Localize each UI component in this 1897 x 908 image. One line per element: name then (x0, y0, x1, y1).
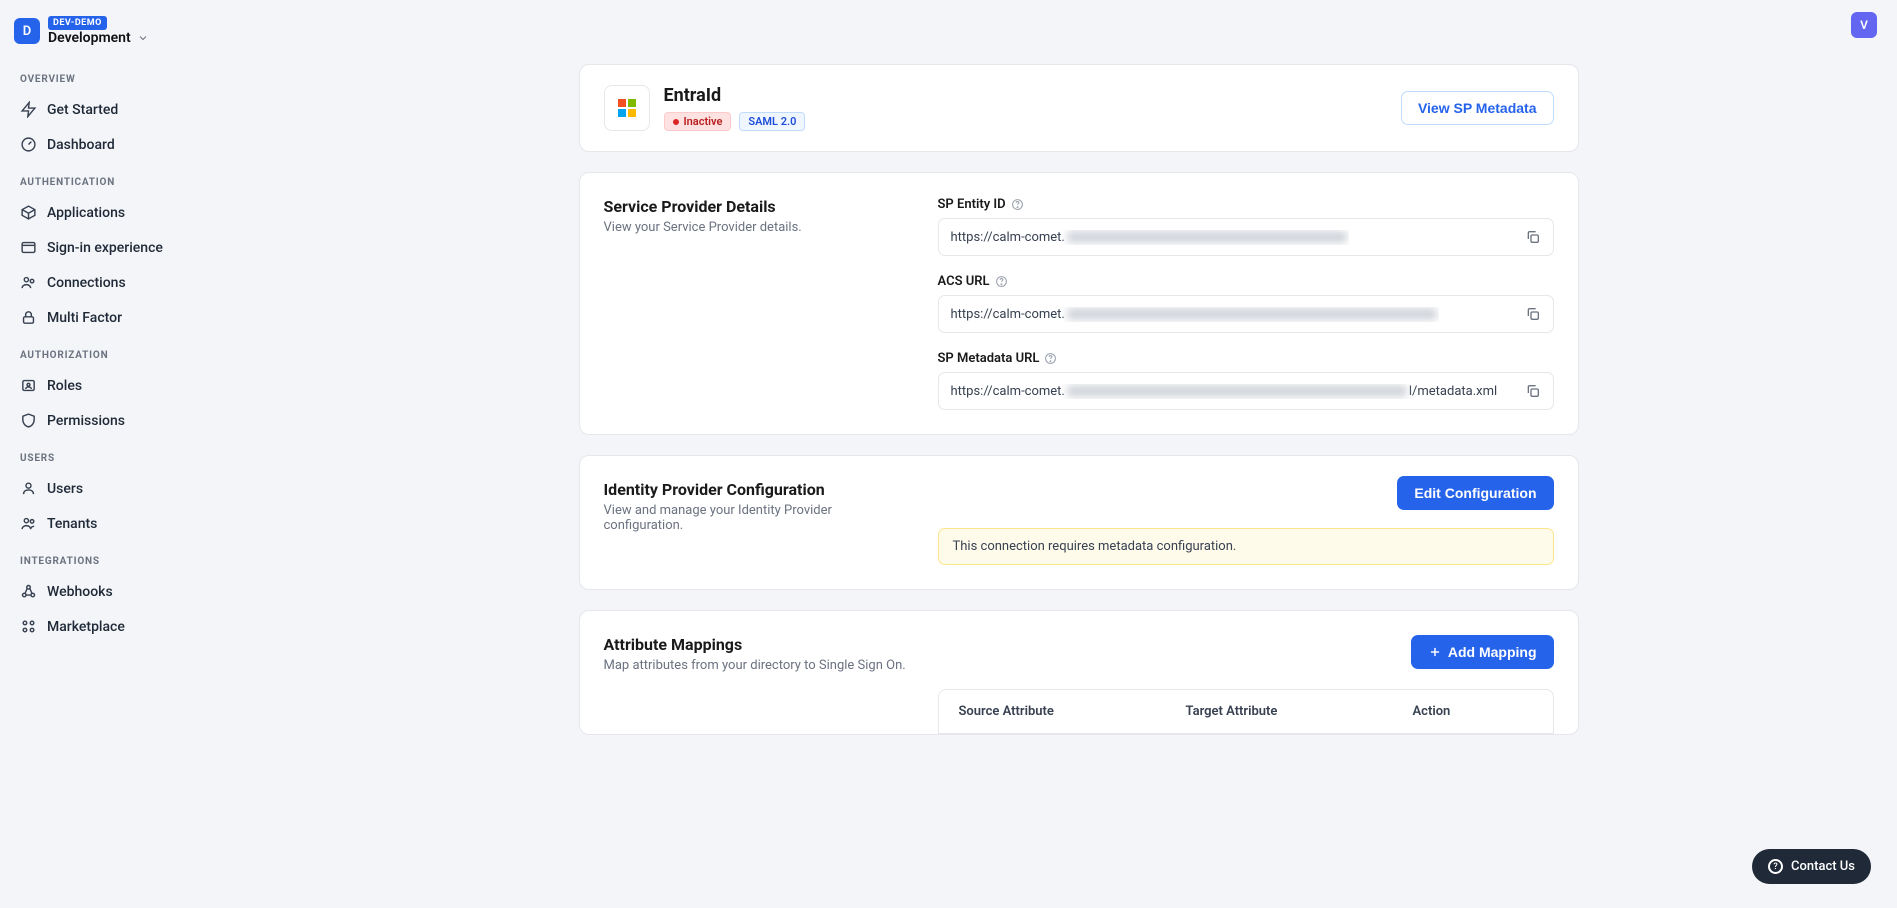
shield-icon (20, 412, 37, 429)
sidebar-item-label: Get Started (47, 102, 118, 118)
sidebar-item-roles[interactable]: Roles (10, 369, 250, 402)
user-icon (20, 480, 37, 497)
acs-url-value[interactable]: https://calm-comet. (938, 295, 1554, 333)
attribute-mappings-card: Attribute Mappings Map attributes from y… (579, 610, 1579, 735)
help-circle-icon: ? (1768, 859, 1783, 874)
user-avatar[interactable]: V (1851, 12, 1877, 38)
bolt-icon (20, 101, 37, 118)
sidebar-item-users[interactable]: Users (10, 472, 250, 505)
sp-metadata-url-field: SP Metadata URL https://calm-comet. l/met… (938, 351, 1554, 410)
section-title-overview: OVERVIEW (10, 60, 250, 91)
sidebar-item-label: Permissions (47, 413, 125, 429)
acs-url-field: ACS URL https://calm-comet. (938, 274, 1554, 333)
window-icon (20, 239, 37, 256)
connection-header: EntraId Inactive SAML 2.0 View SP Metada… (579, 64, 1579, 152)
section-title-users: USERS (10, 439, 250, 470)
section-title-integrations: INTEGRATIONS (10, 542, 250, 573)
chevron-down-icon (137, 32, 149, 44)
sidebar-item-tenants[interactable]: Tenants (10, 507, 250, 540)
copy-icon[interactable] (1525, 306, 1541, 322)
col-action: Action (1413, 704, 1533, 719)
view-sp-metadata-button[interactable]: View SP Metadata (1401, 91, 1554, 125)
connection-title: EntraId (664, 85, 806, 106)
sidebar-item-applications[interactable]: Applications (10, 196, 250, 229)
sidebar-item-label: Multi Factor (47, 310, 122, 326)
field-label: ACS URL (938, 274, 990, 289)
col-target: Target Attribute (1186, 704, 1413, 719)
sidebar-item-connections[interactable]: Connections (10, 266, 250, 299)
sidebar-item-label: Dashboard (47, 137, 115, 153)
sidebar-item-label: Connections (47, 275, 126, 291)
field-prefix: https://calm-comet. (951, 307, 1065, 322)
sidebar-item-label: Users (47, 481, 83, 497)
attr-section-title: Attribute Mappings (604, 635, 906, 654)
sidebar-item-sign-in-experience[interactable]: Sign-in experience (10, 231, 250, 264)
copy-icon[interactable] (1525, 229, 1541, 245)
sidebar-item-label: Marketplace (47, 619, 125, 635)
idp-section-title: Identity Provider Configuration (604, 480, 914, 499)
sidebar-item-permissions[interactable]: Permissions (10, 404, 250, 437)
sp-metadata-url-value[interactable]: https://calm-comet. l/metadata.xml (938, 372, 1554, 410)
sidebar-item-label: Webhooks (47, 584, 113, 600)
field-prefix: https://calm-comet. (951, 384, 1065, 399)
sidebar-item-webhooks[interactable]: Webhooks (10, 575, 250, 608)
cube-icon (20, 204, 37, 221)
help-icon[interactable] (1011, 198, 1024, 211)
field-suffix: l/metadata.xml (1409, 384, 1497, 399)
sidebar-item-label: Roles (47, 378, 82, 394)
sp-section-title: Service Provider Details (604, 197, 914, 216)
section-title-authentication: AUTHENTICATION (10, 163, 250, 194)
plus-icon (1428, 645, 1442, 659)
users-icon (20, 274, 37, 291)
sidebar-item-marketplace[interactable]: Marketplace (10, 610, 250, 643)
help-icon[interactable] (1044, 352, 1057, 365)
lock-icon (20, 309, 37, 326)
section-title-authorization: AUTHORIZATION (10, 336, 250, 367)
sidebar-item-label: Tenants (47, 516, 97, 532)
field-prefix: https://calm-comet. (951, 230, 1065, 245)
sidebar-item-multi-factor[interactable]: Multi Factor (10, 301, 250, 334)
sidebar-item-get-started[interactable]: Get Started (10, 93, 250, 126)
add-mapping-button[interactable]: Add Mapping (1411, 635, 1554, 669)
protocol-badge: SAML 2.0 (739, 112, 805, 131)
attr-section-desc: Map attributes from your directory to Si… (604, 658, 906, 673)
provider-logo (604, 85, 650, 131)
apps-icon (20, 618, 37, 635)
main-content: EntraId Inactive SAML 2.0 View SP Metada… (260, 0, 1897, 908)
col-source: Source Attribute (959, 704, 1186, 719)
help-icon[interactable] (995, 275, 1008, 288)
org-avatar: D (14, 18, 40, 44)
id-icon (20, 377, 37, 394)
sp-entity-id-value[interactable]: https://calm-comet. (938, 218, 1554, 256)
idp-config-card: Identity Provider Configuration View and… (579, 455, 1579, 590)
edit-configuration-button[interactable]: Edit Configuration (1397, 476, 1553, 510)
attribute-table-header: Source Attribute Target Attribute Action (938, 689, 1554, 734)
sidebar-item-dashboard[interactable]: Dashboard (10, 128, 250, 161)
sidebar-item-label: Sign-in experience (47, 240, 163, 256)
webhook-icon (20, 583, 37, 600)
gauge-icon (20, 136, 37, 153)
sidebar-item-label: Applications (47, 205, 125, 221)
field-label: SP Entity ID (938, 197, 1006, 212)
sidebar: D DEV-DEMO Development OVERVIEW Get Star… (0, 0, 260, 908)
sp-entity-id-field: SP Entity ID https://calm-comet. (938, 197, 1554, 256)
idp-section-desc: View and manage your Identity Provider c… (604, 503, 914, 533)
org-switcher[interactable]: D DEV-DEMO Development (10, 12, 250, 58)
sp-details-card: Service Provider Details View your Servi… (579, 172, 1579, 435)
sp-section-desc: View your Service Provider details. (604, 220, 914, 235)
idp-warning-alert: This connection requires metadata config… (938, 528, 1554, 565)
contact-label: Contact Us (1791, 859, 1855, 874)
copy-icon[interactable] (1525, 383, 1541, 399)
status-badge: Inactive (664, 112, 732, 131)
add-mapping-label: Add Mapping (1448, 644, 1537, 660)
contact-us-button[interactable]: ? Contact Us (1752, 849, 1871, 884)
microsoft-icon (617, 98, 637, 118)
field-label: SP Metadata URL (938, 351, 1040, 366)
org-name: Development (48, 30, 131, 46)
users-group-icon (20, 515, 37, 532)
org-badge: DEV-DEMO (48, 16, 107, 30)
